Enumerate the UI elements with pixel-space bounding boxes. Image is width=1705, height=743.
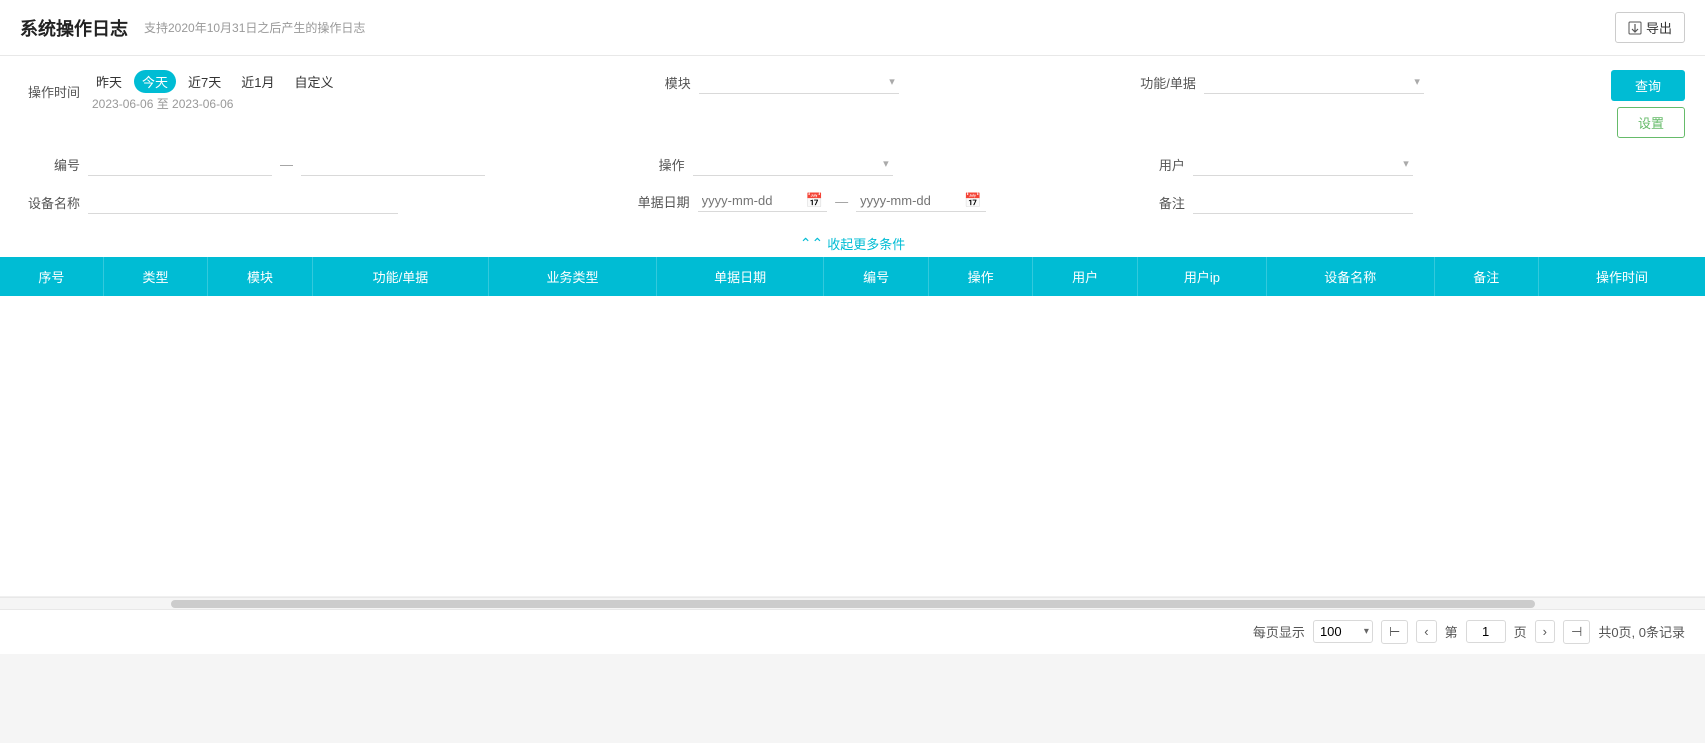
date-dash: — — [835, 194, 848, 209]
calendar-to-icon[interactable]: 📅 — [964, 192, 981, 209]
remark-label: 备注 — [1125, 193, 1185, 212]
collapse-row[interactable]: ⌃⌃ 收起更多条件 — [20, 228, 1685, 257]
prev-page-button[interactable]: ‹ — [1416, 620, 1436, 643]
device-input[interactable] — [88, 190, 398, 214]
action-column: 查询 设置 — [1611, 70, 1685, 138]
collapse-label: 收起更多条件 — [827, 234, 905, 253]
scrollbar-area[interactable] — [0, 597, 1705, 609]
filter-row-3: 设备名称 单据日期 📅 — 📅 备注 — [20, 190, 1685, 214]
device-label: 设备名称 — [20, 193, 80, 212]
table-col-header: 用户 — [1033, 257, 1137, 296]
func-select-wrapper: ▾ — [1204, 70, 1424, 94]
page-size-label: 每页显示 — [1253, 622, 1305, 641]
voucher-date-label: 单据日期 — [625, 192, 690, 211]
table-col-header: 模块 — [208, 257, 312, 296]
user-label: 用户 — [1125, 155, 1185, 174]
table-header: 序号类型模块功能/单据业务类型单据日期编号操作用户用户ip设备名称备注操作时间 — [0, 257, 1705, 296]
remark-filter-cell: 备注 — [1125, 190, 1595, 214]
filter-row-1: 操作时间 昨天 今天 近7天 近1月 自定义 2023-06-06 至 2023… — [20, 70, 1685, 138]
device-filter-cell: 设备名称 — [20, 190, 595, 214]
date-to-wrapper: 📅 — [856, 190, 985, 212]
time-label: 操作时间 — [20, 82, 80, 101]
voucher-date-filter-cell: 单据日期 📅 — 📅 — [625, 190, 1095, 212]
user-select[interactable] — [1193, 152, 1413, 175]
empty-row — [0, 296, 1705, 596]
time-btn-today[interactable]: 今天 — [134, 70, 176, 93]
scrollbar-thumb[interactable] — [171, 600, 1535, 608]
time-btn-1month[interactable]: 近1月 — [233, 70, 282, 93]
time-range-text: 2023-06-06 至 2023-06-06 — [92, 95, 342, 112]
table-col-header: 备注 — [1434, 257, 1538, 296]
filter-row-2: 编号 — 操作 ▾ 用户 ▾ — [20, 152, 1685, 176]
number-label: 编号 — [20, 155, 80, 174]
operation-select[interactable] — [693, 152, 893, 175]
table-col-header: 类型 — [103, 257, 207, 296]
table-col-header: 单据日期 — [656, 257, 824, 296]
collapse-chevron-icon: ⌃⌃ — [800, 235, 823, 252]
table-col-header: 操作时间 — [1539, 257, 1705, 296]
module-select[interactable] — [699, 70, 899, 93]
export-icon — [1628, 21, 1642, 35]
table-col-header: 设备名称 — [1266, 257, 1434, 296]
total-text: 共0页, 0条记录 — [1598, 622, 1685, 641]
date-from-input[interactable] — [702, 193, 802, 208]
time-filter-cell: 操作时间 昨天 今天 近7天 近1月 自定义 2023-06-06 至 2023… — [20, 70, 601, 112]
table-col-header: 编号 — [824, 257, 928, 296]
empty-cell — [0, 296, 1705, 596]
date-to-input[interactable] — [860, 193, 960, 208]
func-label: 功能/单据 — [1136, 73, 1196, 92]
export-label: 导出 — [1646, 18, 1672, 37]
number-filter-cell: 编号 — — [20, 152, 595, 176]
page-header: 系统操作日志 支持2020年10月31日之后产生的操作日志 导出 — [0, 0, 1705, 56]
page-number-input[interactable] — [1466, 620, 1506, 643]
operation-label: 操作 — [625, 155, 685, 174]
number-dash: — — [280, 157, 293, 172]
user-select-wrapper: ▾ — [1193, 152, 1413, 176]
user-filter-cell: 用户 ▾ — [1125, 152, 1595, 176]
table-col-header: 业务类型 — [489, 257, 657, 296]
pagination-bar: 每页显示 20 50 100 200 ▾ ⊢ ‹ 第 页 › ⊣ 共0页, 0条… — [0, 609, 1705, 654]
table-col-header: 操作 — [928, 257, 1032, 296]
table-container: 序号类型模块功能/单据业务类型单据日期编号操作用户用户ip设备名称备注操作时间 — [0, 257, 1705, 597]
table-col-header: 功能/单据 — [312, 257, 488, 296]
table-col-header: 用户ip — [1137, 257, 1266, 296]
table-body — [0, 296, 1705, 596]
filter-section: 操作时间 昨天 今天 近7天 近1月 自定义 2023-06-06 至 2023… — [0, 56, 1705, 257]
module-label: 模块 — [631, 73, 691, 92]
last-page-button[interactable]: ⊣ — [1563, 620, 1590, 644]
time-btn-7days[interactable]: 近7天 — [180, 70, 229, 93]
page-title: 系统操作日志 — [20, 15, 128, 41]
settings-button[interactable]: 设置 — [1617, 107, 1685, 138]
first-page-button[interactable]: ⊢ — [1381, 620, 1408, 644]
operation-select-wrapper: ▾ — [693, 152, 893, 176]
table-col-header: 序号 — [0, 257, 103, 296]
time-button-group: 昨天 今天 近7天 近1月 自定义 — [88, 70, 342, 93]
time-btn-yesterday[interactable]: 昨天 — [88, 70, 130, 93]
module-filter-cell: 模块 ▾ — [631, 70, 1106, 94]
number-input-to[interactable] — [301, 152, 485, 176]
calendar-from-icon[interactable]: 📅 — [806, 192, 823, 209]
func-filter-cell: 功能/单据 ▾ — [1136, 70, 1611, 94]
page-suffix: 页 — [1514, 622, 1527, 641]
export-button[interactable]: 导出 — [1615, 12, 1685, 43]
func-select[interactable] — [1204, 70, 1424, 93]
module-select-wrapper: ▾ — [699, 70, 899, 94]
page-subtitle: 支持2020年10月31日之后产生的操作日志 — [144, 19, 365, 36]
operation-filter-cell: 操作 ▾ — [625, 152, 1095, 176]
page-size-wrapper: 20 50 100 200 ▾ — [1313, 620, 1373, 643]
next-page-button[interactable]: › — [1535, 620, 1555, 643]
page-size-select[interactable]: 20 50 100 200 — [1313, 620, 1373, 643]
remark-input[interactable] — [1193, 190, 1413, 214]
time-btn-custom[interactable]: 自定义 — [287, 70, 342, 93]
table-header-row: 序号类型模块功能/单据业务类型单据日期编号操作用户用户ip设备名称备注操作时间 — [0, 257, 1705, 296]
date-from-wrapper: 📅 — [698, 190, 827, 212]
current-page-label: 第 — [1445, 622, 1458, 641]
data-table: 序号类型模块功能/单据业务类型单据日期编号操作用户用户ip设备名称备注操作时间 — [0, 257, 1705, 597]
number-input-from[interactable] — [88, 152, 272, 176]
query-button[interactable]: 查询 — [1611, 70, 1685, 101]
